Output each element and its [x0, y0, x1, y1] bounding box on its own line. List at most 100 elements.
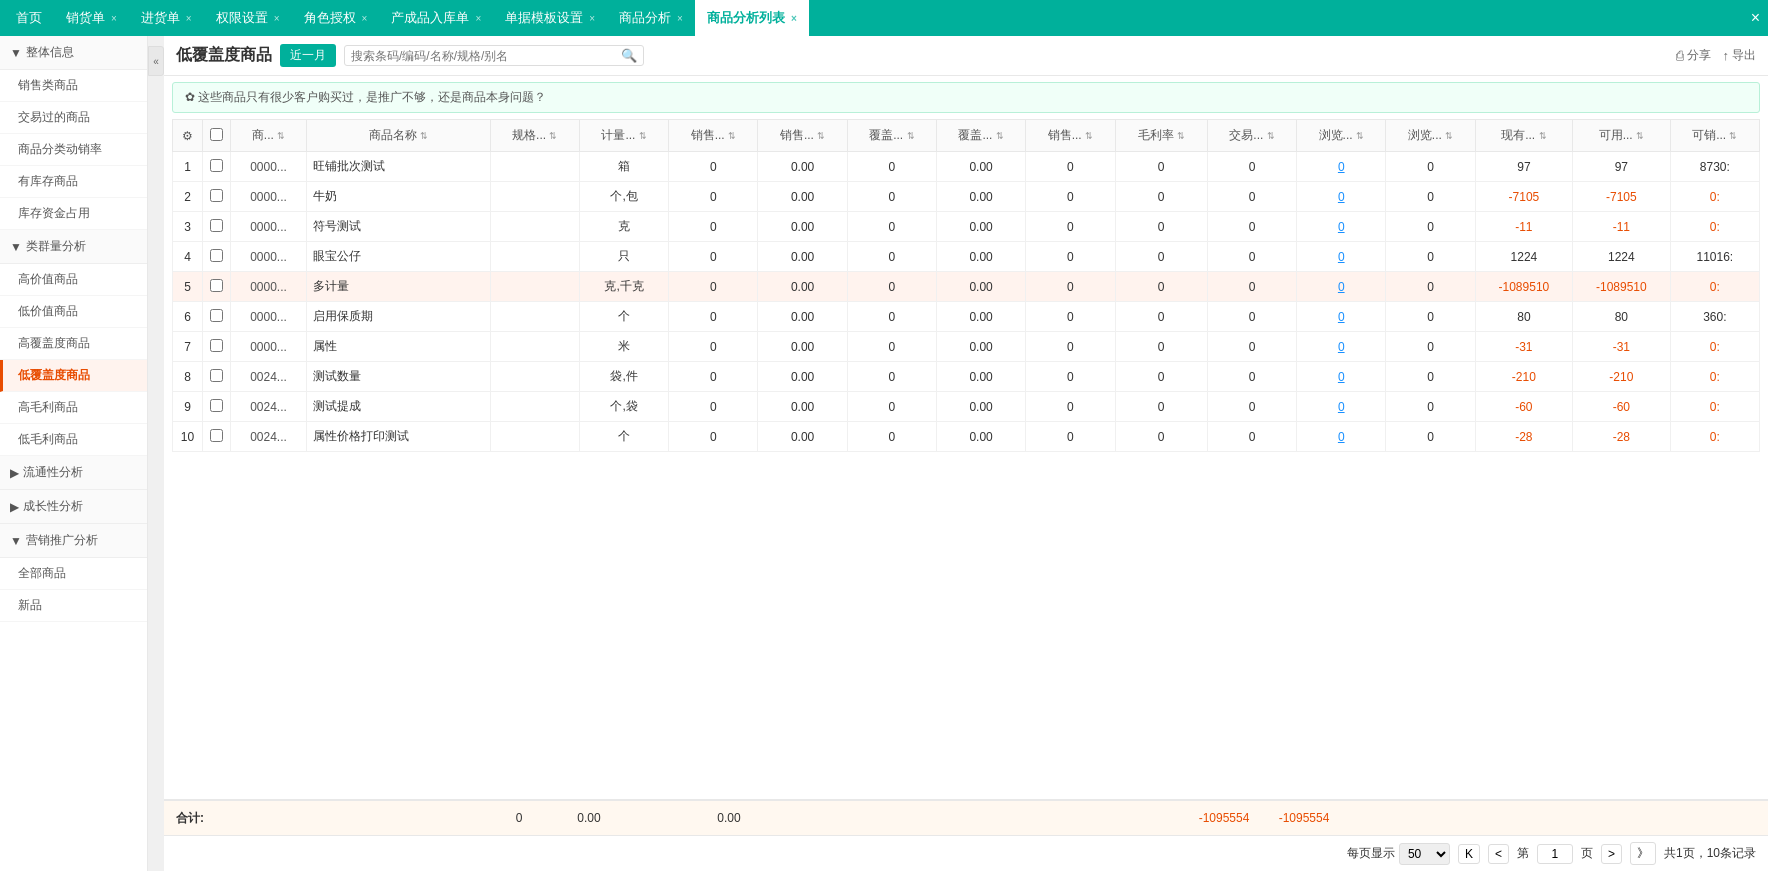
prev-page-button[interactable]: <: [1488, 844, 1509, 864]
table-container[interactable]: ⚙ 商... ⇅ 商品名称 ⇅ 规格... ⇅ 计量... ⇅ 销售... ⇅ …: [172, 119, 1760, 799]
sidebar-item-in-stock[interactable]: 有库存商品: [0, 166, 147, 198]
row-checkbox[interactable]: [203, 212, 231, 242]
row-checkbox[interactable]: [203, 392, 231, 422]
row-view1[interactable]: 0: [1297, 392, 1386, 422]
unit-column-header[interactable]: 计量... ⇅: [579, 120, 668, 152]
nav-tab-analysis[interactable]: 商品分析 ×: [607, 0, 695, 36]
sidebar-section-liquidity[interactable]: ▶ 流通性分析: [0, 456, 147, 490]
nav-tab-home[interactable]: 首页: [4, 0, 54, 36]
row-available-stock: 80: [1573, 302, 1670, 332]
close-icon[interactable]: ×: [677, 13, 683, 24]
sidebar-item-stock-funds[interactable]: 库存资金占用: [0, 198, 147, 230]
row-view1[interactable]: 0: [1297, 422, 1386, 452]
close-icon[interactable]: ×: [475, 13, 481, 24]
spec-column-header[interactable]: 规格... ⇅: [490, 120, 579, 152]
view2-column-header[interactable]: 浏览... ⇅: [1386, 120, 1475, 152]
sidebar-item-high-value[interactable]: 高价值商品: [0, 264, 147, 296]
nav-tab-sales[interactable]: 销货单 ×: [54, 0, 129, 36]
row-view1[interactable]: 0: [1297, 302, 1386, 332]
sidebar-item-high-margin[interactable]: 高毛利商品: [0, 392, 147, 424]
page-size-dropdown[interactable]: 50 10 20 100: [1399, 843, 1450, 865]
close-icon[interactable]: ×: [186, 13, 192, 24]
sidebar-collapse-button[interactable]: «: [148, 46, 164, 76]
settings-icon[interactable]: ⚙: [182, 129, 193, 143]
row-sales3: 0: [1026, 152, 1115, 182]
row-checkbox[interactable]: [203, 302, 231, 332]
close-all-button[interactable]: ×: [1751, 9, 1760, 27]
row-view1[interactable]: 0: [1297, 152, 1386, 182]
sidebar-section-overall[interactable]: ▼ 整体信息: [0, 36, 147, 70]
sidebar-section-cluster[interactable]: ▼ 类群量分析: [0, 230, 147, 264]
name-column-header[interactable]: 商品名称 ⇅: [307, 120, 491, 152]
close-icon[interactable]: ×: [589, 13, 595, 24]
row-view1[interactable]: 0: [1297, 332, 1386, 362]
last-page-button[interactable]: 》: [1630, 842, 1656, 865]
view1-column-header[interactable]: 浏览... ⇅: [1297, 120, 1386, 152]
search-icon[interactable]: 🔍: [621, 48, 637, 63]
sales-amount-column-header[interactable]: 销售... ⇅: [758, 120, 847, 152]
close-icon[interactable]: ×: [362, 13, 368, 24]
cover1-column-header[interactable]: 覆盖... ⇅: [847, 120, 936, 152]
first-page-button[interactable]: K: [1458, 844, 1480, 864]
trade-column-header[interactable]: 交易... ⇅: [1207, 120, 1296, 152]
nav-tab-analysis-list[interactable]: 商品分析列表 ×: [695, 0, 809, 36]
share-button[interactable]: ⎙ 分享: [1676, 47, 1711, 64]
settings-column-header[interactable]: ⚙: [173, 120, 203, 152]
sidebar-item-low-margin[interactable]: 低毛利商品: [0, 424, 147, 456]
row-checkbox[interactable]: [203, 152, 231, 182]
sidebar-section-marketing[interactable]: ▼ 营销推广分析: [0, 524, 147, 558]
search-input[interactable]: [351, 49, 617, 63]
sidebar-item-all-goods[interactable]: 全部商品: [0, 558, 147, 590]
close-icon[interactable]: ×: [111, 13, 117, 24]
sidebar-item-traded-goods[interactable]: 交易过的商品: [0, 102, 147, 134]
sidebar-item-high-coverage[interactable]: 高覆盖度商品: [0, 328, 147, 360]
nav-tab-template[interactable]: 单据模板设置 ×: [493, 0, 607, 36]
code-column-header[interactable]: 商... ⇅: [231, 120, 307, 152]
time-filter-button[interactable]: 近一月: [280, 44, 336, 67]
sidebar-item-category-rate[interactable]: 商品分类动销率: [0, 134, 147, 166]
row-checkbox[interactable]: [203, 422, 231, 452]
sidebar-item-sales-goods[interactable]: 销售类商品: [0, 70, 147, 102]
export-button[interactable]: ↑ 导出: [1723, 47, 1757, 64]
row-checkbox[interactable]: [203, 332, 231, 362]
nav-tab-product-in[interactable]: 产成品入库单 ×: [379, 0, 493, 36]
nav-tab-role[interactable]: 角色授权 ×: [292, 0, 380, 36]
sales-qty-column-header[interactable]: 销售... ⇅: [669, 120, 758, 152]
page-number-input[interactable]: [1537, 844, 1573, 864]
data-table: ⚙ 商... ⇅ 商品名称 ⇅ 规格... ⇅ 计量... ⇅ 销售... ⇅ …: [172, 119, 1760, 452]
cover2-column-header[interactable]: 覆盖... ⇅: [936, 120, 1025, 152]
next-page-button[interactable]: >: [1601, 844, 1622, 864]
total-info: 共1页，10条记录: [1664, 845, 1756, 862]
content-header: 低覆盖度商品 近一月 🔍 ⎙ 分享 ↑ 导出: [164, 36, 1768, 76]
sidebar: ▼ 整体信息 销售类商品 交易过的商品 商品分类动销率 有库存商品 库存资金占用…: [0, 36, 148, 871]
sidebar-item-low-coverage[interactable]: 低覆盖度商品: [0, 360, 147, 392]
nav-tab-permission[interactable]: 权限设置 ×: [204, 0, 292, 36]
row-view1[interactable]: 0: [1297, 362, 1386, 392]
checkbox-column-header[interactable]: [203, 120, 231, 152]
main-layout: ▼ 整体信息 销售类商品 交易过的商品 商品分类动销率 有库存商品 库存资金占用…: [0, 36, 1768, 871]
row-view1[interactable]: 0: [1297, 182, 1386, 212]
saleable-column-header[interactable]: 可销... ⇅: [1670, 120, 1759, 152]
row-checkbox[interactable]: [203, 242, 231, 272]
row-checkbox[interactable]: [203, 182, 231, 212]
row-cover1: 0: [847, 212, 936, 242]
row-name: 多计量: [307, 272, 491, 302]
row-checkbox[interactable]: [203, 362, 231, 392]
sidebar-item-new-goods[interactable]: 新品: [0, 590, 147, 622]
sidebar-section-growth[interactable]: ▶ 成长性分析: [0, 490, 147, 524]
sales3-column-header[interactable]: 销售... ⇅: [1026, 120, 1115, 152]
nav-tab-purchase[interactable]: 进货单 ×: [129, 0, 204, 36]
select-all-checkbox[interactable]: [210, 128, 223, 141]
stock-column-header[interactable]: 现有... ⇅: [1475, 120, 1572, 152]
sidebar-item-low-value[interactable]: 低价值商品: [0, 296, 147, 328]
row-view1[interactable]: 0: [1297, 212, 1386, 242]
close-icon[interactable]: ×: [274, 13, 280, 24]
row-view1[interactable]: 0: [1297, 242, 1386, 272]
available-column-header[interactable]: 可用... ⇅: [1573, 120, 1670, 152]
row-unit: 个: [579, 422, 668, 452]
margin-column-header[interactable]: 毛利率 ⇅: [1115, 120, 1207, 152]
row-checkbox[interactable]: [203, 272, 231, 302]
row-view1[interactable]: 0: [1297, 272, 1386, 302]
row-code: 0024...: [231, 392, 307, 422]
close-icon[interactable]: ×: [791, 13, 797, 24]
